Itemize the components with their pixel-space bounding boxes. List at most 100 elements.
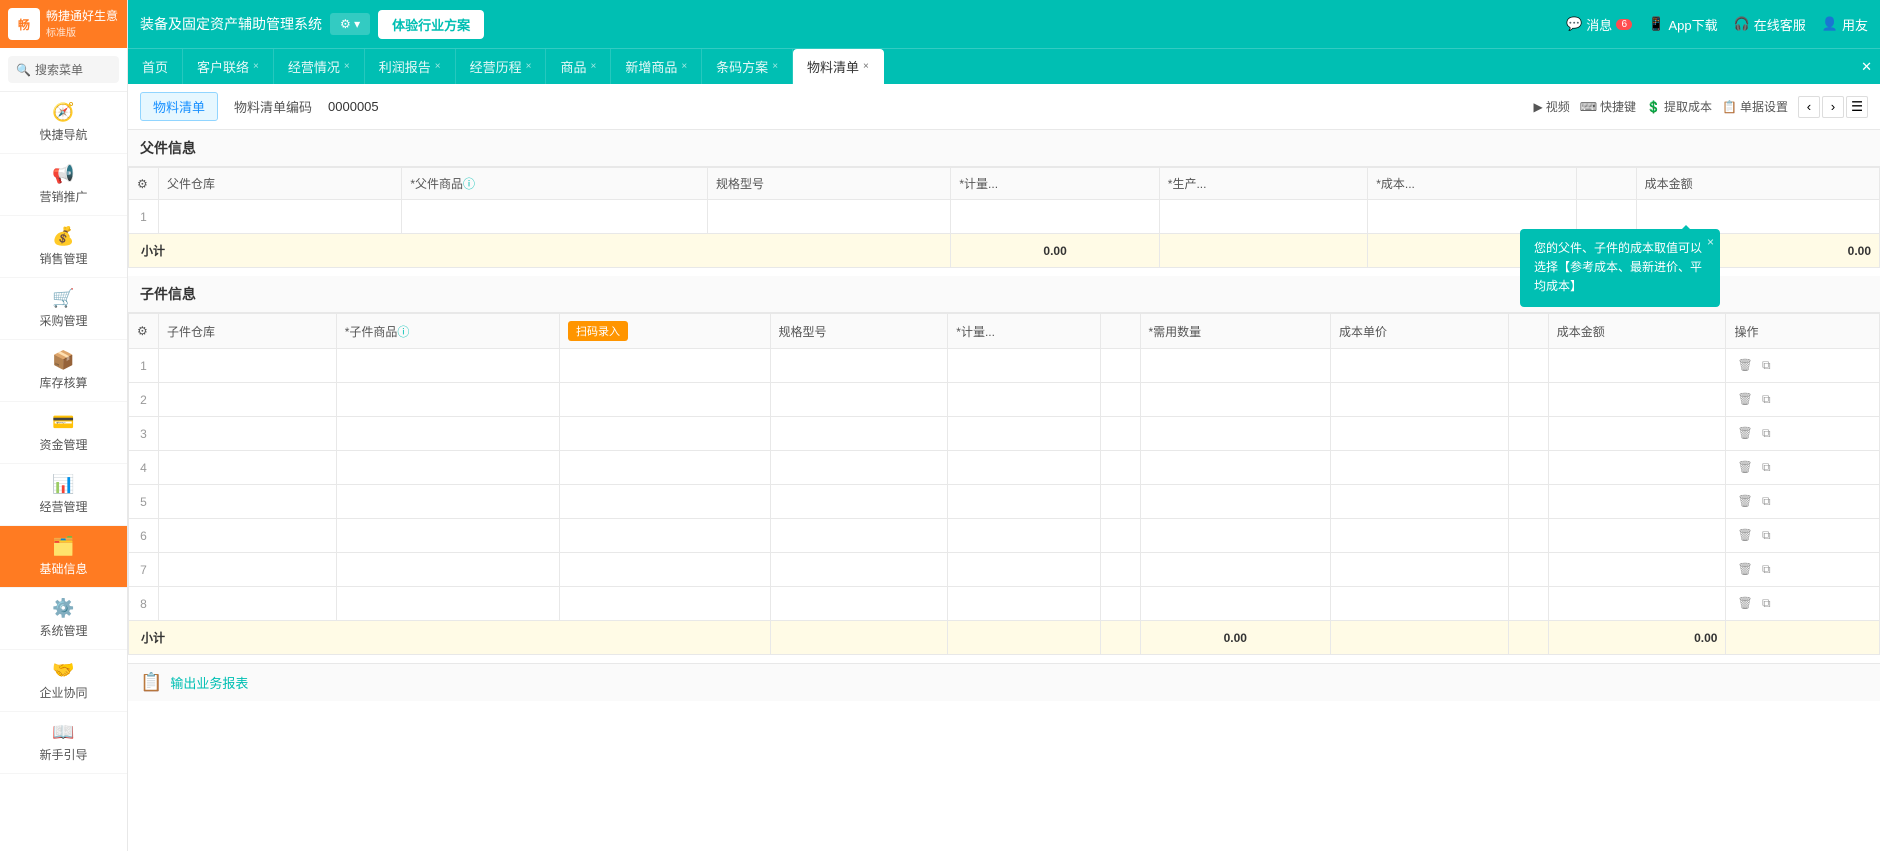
- child-row-3-scan[interactable]: [560, 417, 771, 451]
- user-action[interactable]: 👤 用友: [1822, 15, 1868, 34]
- child-row-2-product[interactable]: [336, 383, 559, 417]
- child-row-7-unit[interactable]: [948, 553, 1100, 587]
- copy-icon-8[interactable]: ⧉: [1762, 596, 1771, 610]
- child-row-6-product[interactable]: [336, 519, 559, 553]
- child-row-7-product[interactable]: [336, 553, 559, 587]
- sub-tab-list[interactable]: 物料清单: [140, 92, 218, 121]
- child-row-4-spec[interactable]: [770, 451, 948, 485]
- child-row-4-unit-cost[interactable]: [1330, 451, 1508, 485]
- child-row-8-scan[interactable]: [560, 587, 771, 621]
- copy-icon-2[interactable]: ⧉: [1762, 392, 1771, 406]
- child-row-6-unit-cost[interactable]: [1330, 519, 1508, 553]
- copy-icon-7[interactable]: ⧉: [1762, 562, 1771, 576]
- tab-products[interactable]: 商品 ×: [546, 49, 611, 84]
- tab-ops-history[interactable]: 经营历程 ×: [456, 49, 547, 84]
- single-settings-button[interactable]: 📋 单据设置: [1722, 98, 1788, 115]
- child-row-3-product[interactable]: [336, 417, 559, 451]
- child-row-4-scan[interactable]: [560, 451, 771, 485]
- next-button[interactable]: ›: [1822, 96, 1844, 118]
- child-row-5-spec[interactable]: [770, 485, 948, 519]
- customer-service-action[interactable]: 🎧 在线客服: [1734, 15, 1806, 34]
- delete-icon-4[interactable]: 🗑: [1737, 460, 1752, 474]
- delete-icon-3[interactable]: 🗑: [1737, 426, 1752, 440]
- sidebar-item-operations[interactable]: 📊 经营管理: [0, 464, 127, 526]
- report-label[interactable]: 输出业务报表: [170, 673, 248, 692]
- child-row-5-scan[interactable]: [560, 485, 771, 519]
- video-button[interactable]: ▶ 视频: [1533, 98, 1569, 115]
- sidebar-item-purchase[interactable]: 🛒 采购管理: [0, 278, 127, 340]
- child-row-8-spec[interactable]: [770, 587, 948, 621]
- parent-row-1-spec[interactable]: [708, 200, 951, 234]
- child-row-3-unit[interactable]: [948, 417, 1100, 451]
- child-row-7-qty[interactable]: [1140, 553, 1330, 587]
- parent-row-1-production[interactable]: [1159, 200, 1367, 234]
- scan-input-button[interactable]: 扫码录入: [568, 321, 628, 341]
- list-view-button[interactable]: ☰: [1846, 96, 1868, 118]
- child-row-4-unit[interactable]: [948, 451, 1100, 485]
- child-row-5-product[interactable]: [336, 485, 559, 519]
- child-row-4-product[interactable]: [336, 451, 559, 485]
- tab-operations-status[interactable]: 经营情况 ×: [274, 49, 365, 84]
- tab-barcode[interactable]: 条码方案 ×: [702, 49, 793, 84]
- child-row-3-unit-cost[interactable]: [1330, 417, 1508, 451]
- close-tab-products[interactable]: ×: [590, 61, 596, 72]
- child-row-3-warehouse[interactable]: [159, 417, 337, 451]
- child-row-8-unit[interactable]: [948, 587, 1100, 621]
- app-download-action[interactable]: 📱 App下载: [1648, 15, 1717, 34]
- child-row-7-amount[interactable]: [1548, 553, 1726, 587]
- prev-button[interactable]: ‹: [1798, 96, 1820, 118]
- experience-button[interactable]: 体验行业方案: [378, 10, 484, 39]
- close-tab-bom[interactable]: ×: [863, 61, 869, 72]
- tab-new-product[interactable]: 新增商品 ×: [611, 49, 702, 84]
- child-col-settings[interactable]: ⚙: [129, 314, 159, 349]
- parent-row-1-unit[interactable]: [951, 200, 1159, 234]
- sidebar-item-basic[interactable]: 🗂️ 基础信息: [0, 526, 127, 588]
- child-row-1-product[interactable]: [336, 349, 559, 383]
- sidebar-item-guide[interactable]: 📖 新手引导: [0, 712, 127, 774]
- sidebar-item-inventory[interactable]: 📦 库存核算: [0, 340, 127, 402]
- cost-button[interactable]: 💲 提取成本: [1646, 98, 1712, 115]
- close-tab-ops[interactable]: ×: [344, 61, 350, 72]
- child-row-5-amount[interactable]: [1548, 485, 1726, 519]
- child-row-7-unit-cost[interactable]: [1330, 553, 1508, 587]
- parent-col-settings[interactable]: ⚙: [129, 168, 159, 200]
- sidebar-item-system[interactable]: ⚙️ 系统管理: [0, 588, 127, 650]
- child-row-6-amount[interactable]: [1548, 519, 1726, 553]
- close-tab-history[interactable]: ×: [526, 61, 532, 72]
- child-row-1-scan[interactable]: [560, 349, 771, 383]
- child-row-7-spec[interactable]: [770, 553, 948, 587]
- child-row-6-warehouse[interactable]: [159, 519, 337, 553]
- child-row-2-unit[interactable]: [948, 383, 1100, 417]
- child-row-2-qty[interactable]: [1140, 383, 1330, 417]
- delete-icon-5[interactable]: 🗑: [1737, 494, 1752, 508]
- child-row-7-warehouse[interactable]: [159, 553, 337, 587]
- sidebar-item-finance[interactable]: 💳 资金管理: [0, 402, 127, 464]
- child-row-2-unit-cost[interactable]: [1330, 383, 1508, 417]
- child-row-6-qty[interactable]: [1140, 519, 1330, 553]
- child-row-1-spec[interactable]: [770, 349, 948, 383]
- child-row-6-unit[interactable]: [948, 519, 1100, 553]
- delete-icon-6[interactable]: 🗑: [1737, 528, 1752, 542]
- sidebar-item-quick-nav[interactable]: 🧭 快捷导航: [0, 92, 127, 154]
- copy-icon-3[interactable]: ⧉: [1762, 426, 1771, 440]
- child-row-2-spec[interactable]: [770, 383, 948, 417]
- message-action[interactable]: 💬 消息 6: [1566, 15, 1632, 34]
- child-row-3-amount[interactable]: [1548, 417, 1726, 451]
- child-row-2-amount[interactable]: [1548, 383, 1726, 417]
- tab-customer[interactable]: 客户联络 ×: [183, 49, 274, 84]
- child-row-4-qty[interactable]: [1140, 451, 1330, 485]
- close-all-button[interactable]: ✕: [1853, 51, 1880, 83]
- settings-dropdown-button[interactable]: ⚙ ▾: [330, 13, 370, 35]
- shortcut-button[interactable]: ⌨ 快捷键: [1580, 98, 1636, 115]
- copy-icon-4[interactable]: ⧉: [1762, 460, 1771, 474]
- tab-home[interactable]: 首页: [128, 49, 183, 84]
- child-row-5-warehouse[interactable]: [159, 485, 337, 519]
- child-row-8-unit-cost[interactable]: [1330, 587, 1508, 621]
- child-row-6-spec[interactable]: [770, 519, 948, 553]
- child-row-7-scan[interactable]: [560, 553, 771, 587]
- parent-row-1-product[interactable]: [402, 200, 708, 234]
- tab-bom[interactable]: 物料清单 ×: [793, 49, 884, 84]
- search-menu-button[interactable]: 🔍 搜索菜单: [8, 56, 119, 83]
- copy-icon-5[interactable]: ⧉: [1762, 494, 1771, 508]
- child-row-4-warehouse[interactable]: [159, 451, 337, 485]
